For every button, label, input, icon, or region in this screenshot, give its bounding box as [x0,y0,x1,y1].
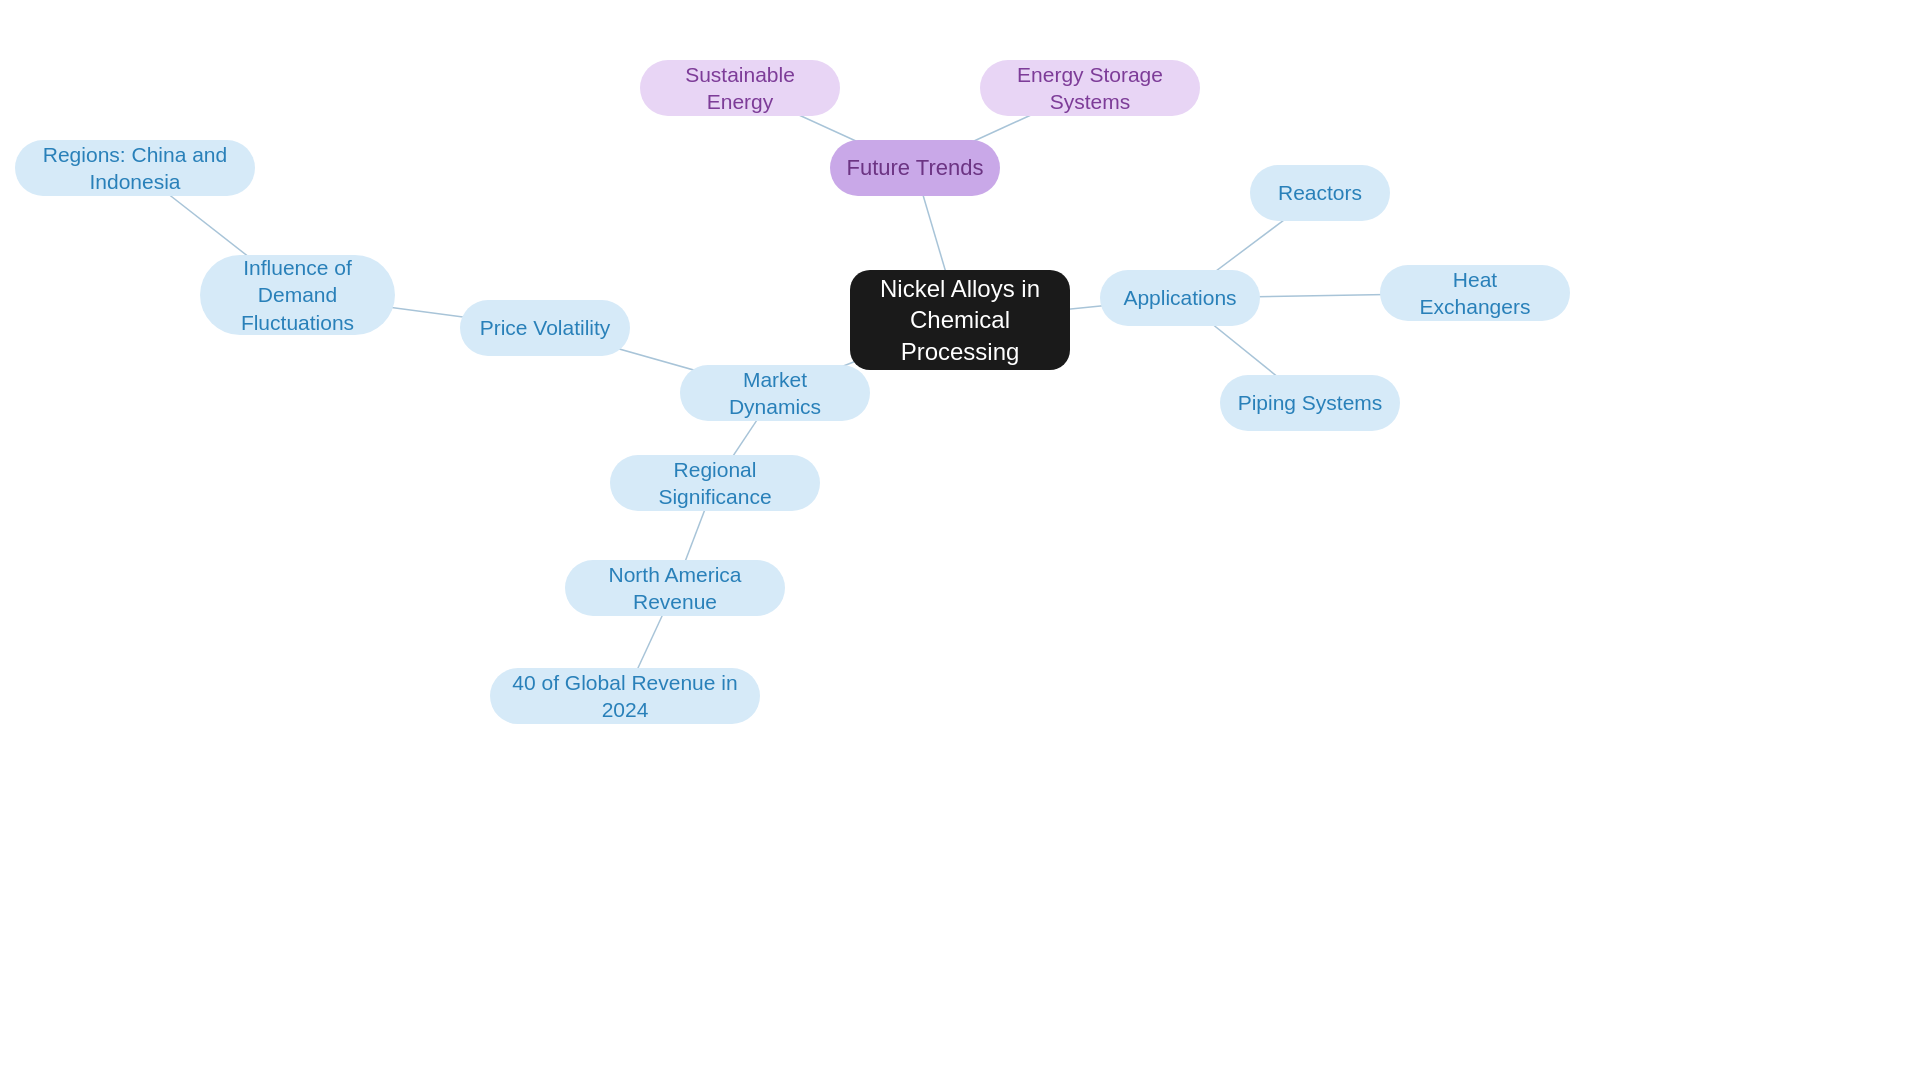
node-label-applications: Applications [1123,284,1236,311]
node-northAmericaRevenue[interactable]: North America Revenue [565,560,785,616]
node-label-futureTrends: Future Trends [847,154,984,183]
node-heatExchangers[interactable]: Heat Exchangers [1380,265,1570,321]
node-label-sustainableEnergy: Sustainable Energy [656,61,824,116]
node-globalRevenue[interactable]: 40 of Global Revenue in 2024 [490,668,760,724]
node-label-priceVolatility: Price Volatility [480,314,611,341]
node-reactors[interactable]: Reactors [1250,165,1390,221]
node-label-marketDynamics: Market Dynamics [696,366,854,421]
node-futureTrends[interactable]: Future Trends [830,140,1000,196]
node-label-heatExchangers: Heat Exchangers [1396,266,1554,321]
node-applications[interactable]: Applications [1100,270,1260,326]
node-pipingSystems[interactable]: Piping Systems [1220,375,1400,431]
node-label-regionalSignificance: Regional Significance [626,456,804,511]
node-label-reactors: Reactors [1278,179,1362,206]
node-label-influenceDemand: Influence of Demand Fluctuations [216,254,379,336]
node-regionsChina[interactable]: Regions: China and Indonesia [15,140,255,196]
node-influenceDemand[interactable]: Influence of Demand Fluctuations [200,255,395,335]
node-label-globalRevenue: 40 of Global Revenue in 2024 [506,669,744,724]
node-label-central: Nickel Alloys in Chemical Processing [866,273,1054,367]
node-priceVolatility[interactable]: Price Volatility [460,300,630,356]
node-energyStorage[interactable]: Energy Storage Systems [980,60,1200,116]
node-marketDynamics[interactable]: Market Dynamics [680,365,870,421]
node-central[interactable]: Nickel Alloys in Chemical Processing [850,270,1070,370]
node-sustainableEnergy[interactable]: Sustainable Energy [640,60,840,116]
node-regionalSignificance[interactable]: Regional Significance [610,455,820,511]
node-label-energyStorage: Energy Storage Systems [996,61,1184,116]
node-label-northAmericaRevenue: North America Revenue [581,561,769,616]
node-label-regionsChina: Regions: China and Indonesia [31,141,239,196]
node-label-pipingSystems: Piping Systems [1238,389,1383,416]
